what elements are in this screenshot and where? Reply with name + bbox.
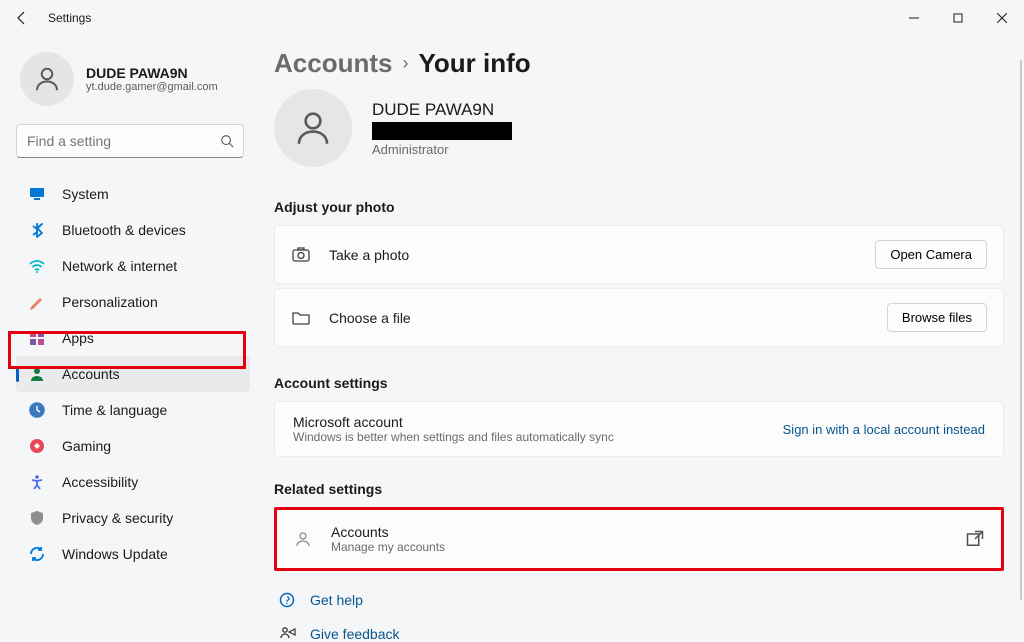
system-icon [28,185,46,203]
nav-label: Windows Update [62,546,168,562]
choose-file-row[interactable]: Choose a file Browse files [274,288,1004,347]
chevron-right-icon: › [402,53,408,74]
accounts-icon [28,365,46,383]
sidebar: DUDE PAWA9N yt.dude.gamer@gmail.com Syst… [0,36,260,642]
avatar-icon [20,52,74,106]
sidebar-item-personalization[interactable]: Personalization [16,284,250,320]
nav-label: Network & internet [62,258,177,274]
nav-label: Personalization [62,294,158,310]
related-accounts-row[interactable]: Accounts Manage my accounts [277,510,1001,568]
sidebar-item-accounts[interactable]: Accounts [16,356,250,392]
nav-label: System [62,186,109,202]
related-accounts-title: Accounts [331,524,445,540]
nav-label: Time & language [62,402,167,418]
privacy-icon [28,509,46,527]
user-card: DUDE PAWA9N Administrator [274,89,1004,167]
ms-account-title: Microsoft account [293,414,614,430]
help-icon [278,591,296,609]
related-settings-header: Related settings [274,481,1004,497]
feedback-icon [278,625,296,642]
choose-file-label: Choose a file [329,310,411,326]
sidebar-item-accessibility[interactable]: Accessibility [16,464,250,500]
bluetooth-icon [28,221,46,239]
nav-label: Accessibility [62,474,138,490]
highlight-related-accounts: Accounts Manage my accounts [274,507,1004,571]
microsoft-account-row[interactable]: Microsoft account Windows is better when… [274,401,1004,457]
apps-icon [28,329,46,347]
give-feedback-link[interactable]: Give feedback [310,626,400,642]
search-icon [220,134,234,148]
maximize-button[interactable] [936,3,980,33]
nav-label: Gaming [62,438,111,454]
user-name: DUDE PAWA9N [372,100,512,120]
close-button[interactable] [980,3,1024,33]
personalization-icon [28,293,46,311]
sidebar-item-system[interactable]: System [16,176,250,212]
folder-icon [291,308,311,328]
related-accounts-sub: Manage my accounts [331,540,445,554]
account-settings-header: Account settings [274,375,1004,391]
get-help-link[interactable]: Get help [310,592,363,608]
back-button[interactable] [12,8,32,28]
time-icon [28,401,46,419]
take-photo-label: Take a photo [329,247,409,263]
breadcrumb: Accounts › Your info [274,48,1004,79]
titlebar: Settings [0,0,1024,36]
nav-label: Privacy & security [62,510,173,526]
nav-label: Apps [62,330,94,346]
accessibility-icon [28,473,46,491]
sidebar-item-update[interactable]: Windows Update [16,536,250,572]
user-role: Administrator [372,142,512,157]
browse-files-button[interactable]: Browse files [887,303,987,332]
scrollbar[interactable] [1020,60,1022,600]
open-camera-button[interactable]: Open Camera [875,240,987,269]
search-box [16,124,244,158]
get-help-row[interactable]: Get help [274,583,1004,617]
sidebar-item-time[interactable]: Time & language [16,392,250,428]
breadcrumb-current: Your info [418,48,530,79]
app-title: Settings [48,11,91,25]
sidebar-item-apps[interactable]: Apps [16,320,250,356]
profile-name: DUDE PAWA9N [86,65,218,81]
main-content: Accounts › Your info DUDE PAWA9N Adminis… [260,36,1024,642]
sidebar-profile[interactable]: DUDE PAWA9N yt.dude.gamer@gmail.com [16,44,250,124]
give-feedback-row[interactable]: Give feedback [274,617,1004,642]
update-icon [28,545,46,563]
breadcrumb-root[interactable]: Accounts [274,48,392,79]
person-icon [293,529,313,549]
nav-label: Accounts [62,366,120,382]
photo-section-header: Adjust your photo [274,199,1004,215]
camera-icon [291,245,311,265]
sidebar-item-bluetooth[interactable]: Bluetooth & devices [16,212,250,248]
network-icon [28,257,46,275]
profile-email: yt.dude.gamer@gmail.com [86,81,218,93]
take-photo-row[interactable]: Take a photo Open Camera [274,225,1004,284]
gaming-icon [28,437,46,455]
sidebar-item-network[interactable]: Network & internet [16,248,250,284]
redacted-email [372,122,512,140]
nav-label: Bluetooth & devices [62,222,186,238]
search-input[interactable] [16,124,244,158]
local-account-link[interactable]: Sign in with a local account instead [783,422,985,437]
minimize-button[interactable] [892,3,936,33]
user-avatar-icon [274,89,352,167]
ms-account-sub: Windows is better when settings and file… [293,430,614,444]
sidebar-item-gaming[interactable]: Gaming [16,428,250,464]
sidebar-item-privacy[interactable]: Privacy & security [16,500,250,536]
open-external-icon [965,529,985,549]
